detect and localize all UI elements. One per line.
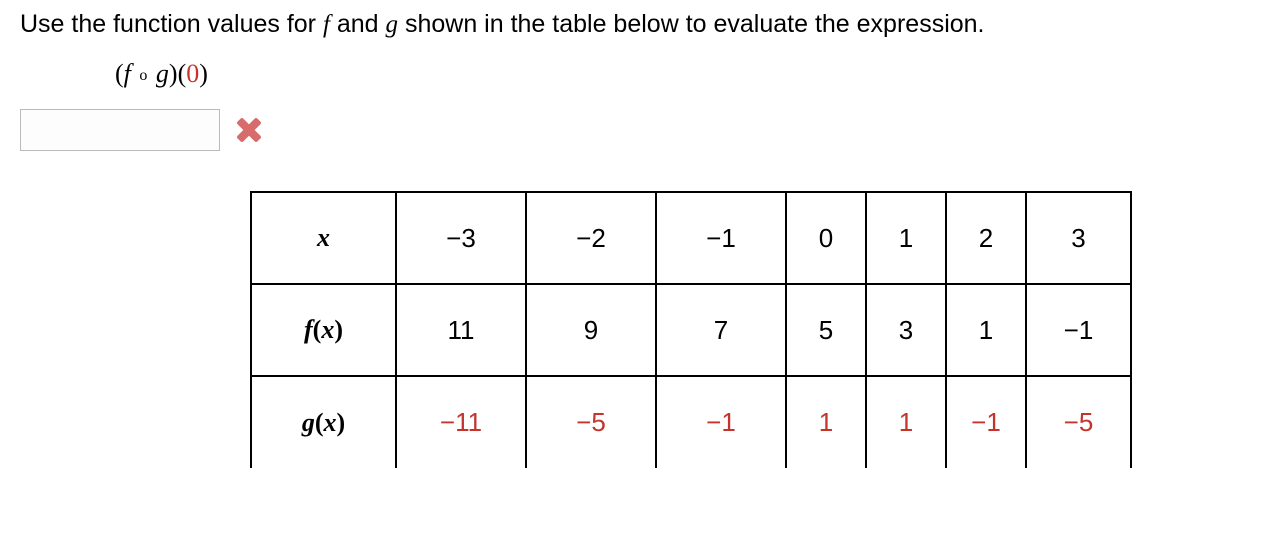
cell-x-0: −3 — [396, 192, 526, 284]
expr-close2: ) — [199, 59, 208, 88]
cell-gx-2: −1 — [656, 376, 786, 468]
expr-g: g — [156, 59, 169, 88]
function-table-wrap: x −3 −2 −1 0 1 2 3 f(x) 11 9 7 5 3 1 −1 … — [250, 191, 1260, 468]
cell-fx-3: 5 — [786, 284, 866, 376]
prompt-f: f — [323, 11, 330, 38]
cell-x-5: 2 — [946, 192, 1026, 284]
cell-gx-4: 1 — [866, 376, 946, 468]
incorrect-icon — [234, 115, 264, 145]
cell-x-2: −1 — [656, 192, 786, 284]
prompt-text-pre: Use the function values for — [20, 10, 323, 38]
answer-input[interactable] — [20, 109, 220, 151]
cell-fx-6: −1 — [1026, 284, 1131, 376]
expr-f: f — [124, 59, 131, 88]
expr-open: ( — [115, 59, 124, 88]
answer-row — [20, 109, 1260, 151]
cell-gx-1: −5 — [526, 376, 656, 468]
cell-x-4: 1 — [866, 192, 946, 284]
rowhead-gx: g(x) — [251, 376, 396, 468]
compose-symbol: o — [137, 67, 149, 84]
rowhead-x: x — [251, 192, 396, 284]
prompt-text-post: shown in the table below to evaluate the… — [398, 10, 985, 38]
cell-fx-4: 3 — [866, 284, 946, 376]
cell-x-1: −2 — [526, 192, 656, 284]
question-prompt: Use the function values for f and g show… — [20, 10, 1260, 39]
cell-x-6: 3 — [1026, 192, 1131, 284]
cell-fx-0: 11 — [396, 284, 526, 376]
expr-arg: 0 — [186, 59, 199, 88]
cell-fx-2: 7 — [656, 284, 786, 376]
prompt-g: g — [386, 11, 399, 38]
table-row-x: x −3 −2 −1 0 1 2 3 — [251, 192, 1131, 284]
rowhead-fx: f(x) — [251, 284, 396, 376]
table-row-gx: g(x) −11 −5 −1 1 1 −1 −5 — [251, 376, 1131, 468]
table-row-fx: f(x) 11 9 7 5 3 1 −1 — [251, 284, 1131, 376]
function-table: x −3 −2 −1 0 1 2 3 f(x) 11 9 7 5 3 1 −1 … — [250, 191, 1132, 468]
cell-x-3: 0 — [786, 192, 866, 284]
cell-fx-1: 9 — [526, 284, 656, 376]
cell-gx-3: 1 — [786, 376, 866, 468]
expr-close-open: )( — [169, 59, 186, 88]
cell-gx-0: −11 — [396, 376, 526, 468]
expression: (f o g)(0) — [115, 59, 1260, 89]
prompt-text-mid: and — [330, 10, 386, 38]
cell-gx-5: −1 — [946, 376, 1026, 468]
cell-fx-5: 1 — [946, 284, 1026, 376]
cell-gx-6: −5 — [1026, 376, 1131, 468]
